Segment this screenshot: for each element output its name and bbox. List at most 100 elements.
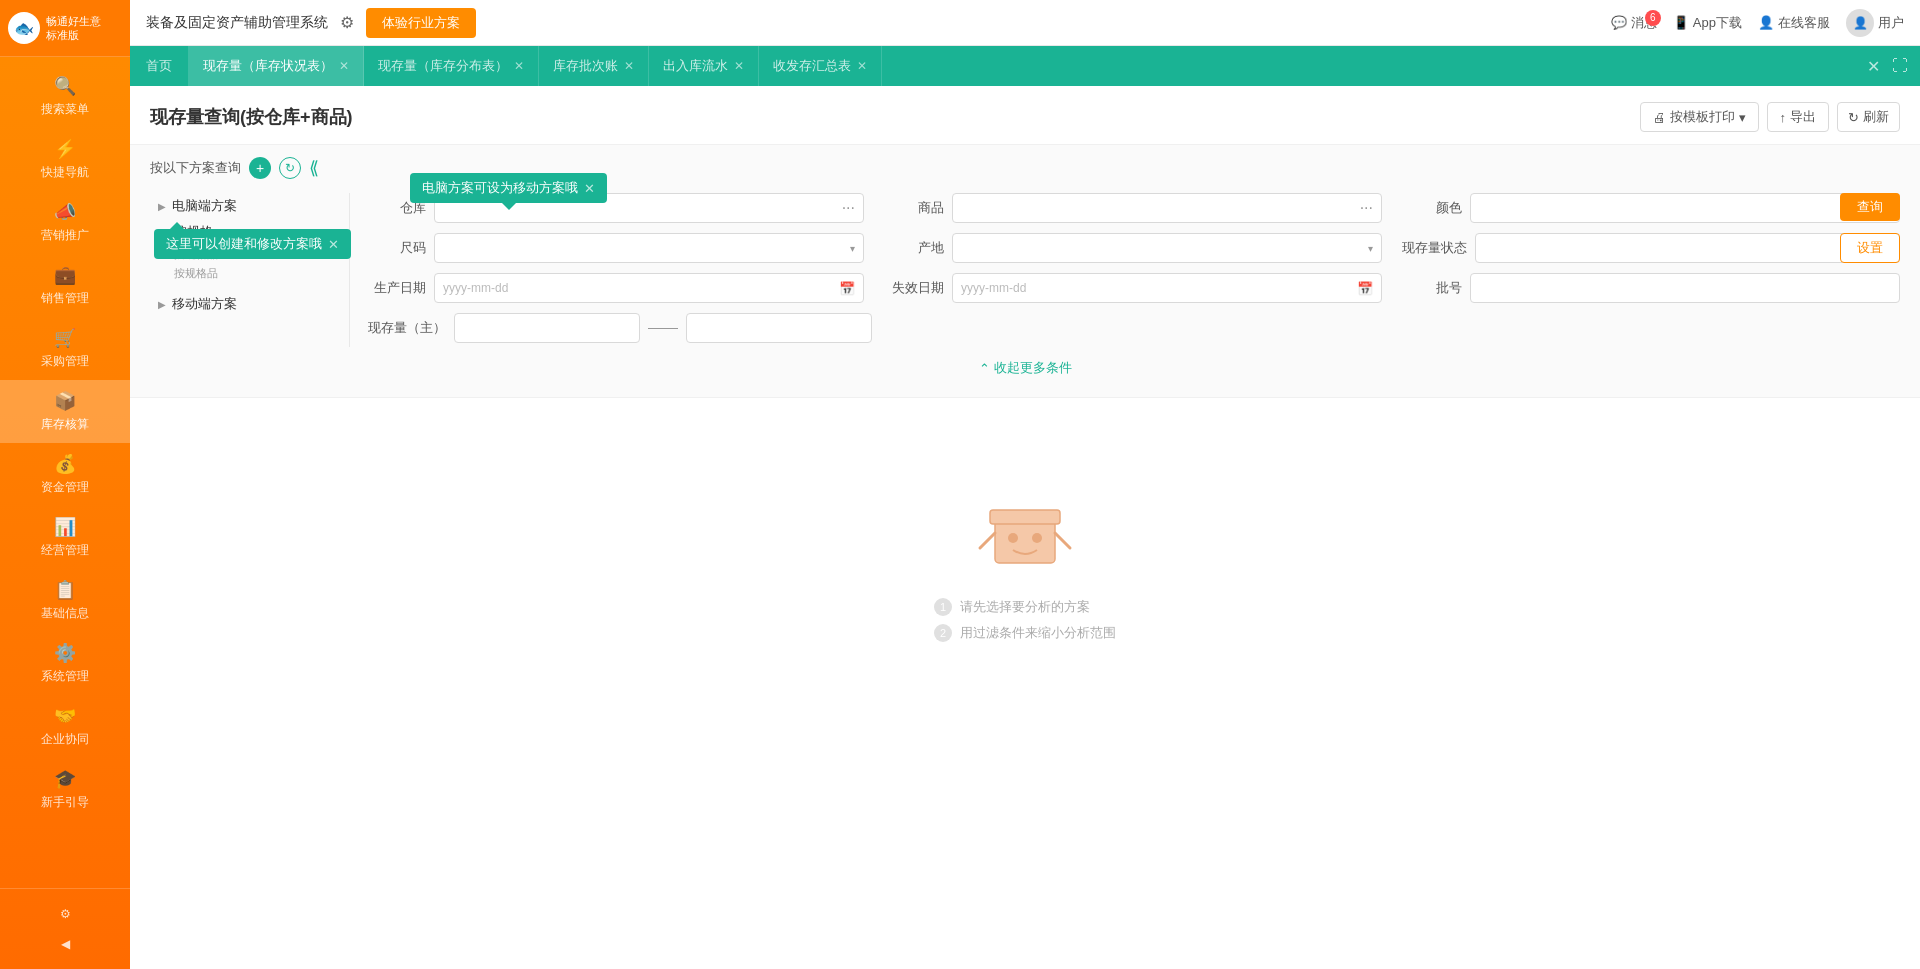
size-select[interactable]: ▾ <box>434 233 864 263</box>
reset-button[interactable]: 设置 <box>1840 233 1900 263</box>
top-header: 装备及固定资产辅助管理系统 ⚙ 体验行业方案 💬 6 消息 📱 App下载 👤 … <box>130 0 1920 46</box>
print-icon: 🖨 <box>1653 110 1666 125</box>
tab-inventory-status-close[interactable]: ✕ <box>339 59 349 73</box>
avatar: 👤 <box>1846 9 1874 37</box>
filter-add-button[interactable]: + <box>249 157 271 179</box>
tab-expand-button[interactable]: ⛶ <box>1888 55 1912 78</box>
stock-qty-max[interactable] <box>686 313 872 343</box>
query-button[interactable]: 查询 <box>1840 193 1900 221</box>
sidebar-item-label: 营销推广 <box>41 227 89 244</box>
sidebar-item-label: 新手引导 <box>41 794 89 811</box>
scheme-area: 这里可以创建和修改方案哦 ✕ ▶ 电脑端方案 按规格 按规格品 按规格品 ▶ 移… <box>150 189 1900 351</box>
sidebar-item-purchase[interactable]: 🛒 采购管理 <box>0 317 130 380</box>
filter-buttons-wrap: 查询 设置 <box>1840 193 1900 263</box>
sidebar-item-sales[interactable]: 💼 销售管理 <box>0 254 130 317</box>
logo-icon: 🐟 <box>8 12 40 44</box>
tab-in-out-flow-close[interactable]: ✕ <box>734 59 744 73</box>
filter-stock-qty: 现存量（主） <box>366 313 872 343</box>
product-select[interactable]: ··· <box>952 193 1382 223</box>
product-dots[interactable]: ··· <box>1360 199 1373 217</box>
tab-inventory-dist[interactable]: 现存量（库存分布表） ✕ <box>364 46 539 86</box>
sidebar-item-quick-nav[interactable]: ⚡ 快捷导航 <box>0 128 130 191</box>
header-settings-button[interactable]: ⚙ <box>340 13 354 32</box>
sidebar-nav: 🔍 搜索菜单 ⚡ 快捷导航 📣 营销推广 💼 销售管理 🛒 采购管理 📦 库存核… <box>0 57 130 888</box>
empty-step-1-text: 请先选择要分析的方案 <box>960 598 1090 616</box>
filter-color: 颜色 ▾ <box>1402 193 1900 223</box>
purchase-icon: 🛒 <box>54 327 76 349</box>
sidebar-item-enterprise[interactable]: 🤝 企业协同 <box>0 695 130 758</box>
collapse-icon: ◀ <box>61 937 70 951</box>
tab-in-out-flow[interactable]: 出入库流水 ✕ <box>649 46 759 86</box>
step-num-1: 1 <box>934 598 952 616</box>
prod-date-label: 生产日期 <box>366 279 426 297</box>
tab-home[interactable]: 首页 <box>130 46 189 86</box>
tooltip-close-2[interactable]: ✕ <box>328 237 339 252</box>
export-icon: ↑ <box>1780 110 1787 125</box>
sidebar: 🐟 畅通好生意 标准版 🔍 搜索菜单 ⚡ 快捷导航 📣 营销推广 💼 销售管理 … <box>0 0 130 969</box>
online-service-button[interactable]: 👤 在线客服 <box>1758 14 1830 32</box>
tab-inventory-dist-close[interactable]: ✕ <box>514 59 524 73</box>
sidebar-item-operation[interactable]: 📊 经营管理 <box>0 506 130 569</box>
system-icon: ⚙️ <box>54 642 76 664</box>
sidebar-item-marketing[interactable]: 📣 营销推广 <box>0 191 130 254</box>
marketing-icon: 📣 <box>54 201 76 223</box>
tab-batch-account-close[interactable]: ✕ <box>624 59 634 73</box>
sidebar-item-basic[interactable]: 📋 基础信息 <box>0 569 130 632</box>
expiry-date-calendar-icon: 📅 <box>1357 281 1373 296</box>
filter-stock-status: 现存量状态 ▾ <box>1402 233 1900 263</box>
stock-qty-min[interactable] <box>454 313 640 343</box>
filter-back-button[interactable]: ⟪ <box>309 159 319 177</box>
sidebar-item-search-menu[interactable]: 🔍 搜索菜单 <box>0 65 130 128</box>
settings-button[interactable]: ⚙ <box>13 901 117 927</box>
range-separator <box>648 328 678 329</box>
expiry-date-label: 失效日期 <box>884 279 944 297</box>
tab-receive-send-close[interactable]: ✕ <box>857 59 867 73</box>
batch-no-label: 批号 <box>1402 279 1462 297</box>
tab-inventory-status[interactable]: 现存量（库存状况表） ✕ <box>189 46 364 86</box>
print-template-button[interactable]: 🖨 按模板打印 ▾ <box>1640 102 1759 132</box>
tab-close-all-button[interactable]: ✕ <box>1863 55 1884 78</box>
refresh-icon: ↻ <box>1848 110 1859 125</box>
sidebar-item-label: 库存核算 <box>41 416 89 433</box>
message-button[interactable]: 💬 6 消息 <box>1611 14 1657 32</box>
step-num-2: 2 <box>934 624 952 642</box>
origin-label: 产地 <box>884 239 944 257</box>
tooltip-close-1[interactable]: ✕ <box>584 181 595 196</box>
scheme-mobile[interactable]: ▶ 移动端方案 <box>150 291 337 317</box>
filter-prod-date: 生产日期 yyyy-mm-dd 📅 <box>366 273 864 303</box>
color-select[interactable]: ▾ <box>1470 193 1900 223</box>
tab-batch-account-label: 库存批次账 <box>553 57 618 75</box>
refresh-button[interactable]: ↻ 刷新 <box>1837 102 1900 132</box>
quick-nav-icon: ⚡ <box>54 138 76 160</box>
batch-no-input[interactable] <box>1470 273 1900 303</box>
app-download-button[interactable]: 📱 App下载 <box>1673 14 1742 32</box>
filter-circle-button[interactable]: ↻ <box>279 157 301 179</box>
empty-steps: 1 请先选择要分析的方案 2 用过滤条件来缩小分析范围 <box>934 598 1116 642</box>
sidebar-item-label: 资金管理 <box>41 479 89 496</box>
tab-batch-account[interactable]: 库存批次账 ✕ <box>539 46 649 86</box>
experience-button[interactable]: 体验行业方案 <box>366 8 476 38</box>
warehouse-dots[interactable]: ··· <box>842 199 855 217</box>
collapse-bar[interactable]: ⌃ 收起更多条件 <box>150 351 1900 385</box>
page-title: 现存量查询(按仓库+商品) <box>150 105 353 129</box>
sidebar-item-guide[interactable]: 🎓 新手引导 <box>0 758 130 821</box>
sidebar-item-finance[interactable]: 💰 资金管理 <box>0 443 130 506</box>
page-actions: 🖨 按模板打印 ▾ ↑ 导出 ↻ 刷新 <box>1640 102 1901 132</box>
scheme-category-note: 按规格品 <box>150 264 337 283</box>
header-right: 💬 6 消息 📱 App下载 👤 在线客服 👤 用户 <box>1611 9 1904 37</box>
export-button[interactable]: ↑ 导出 <box>1767 102 1830 132</box>
user-label: 用户 <box>1878 14 1904 32</box>
stock-status-select[interactable]: ▾ <box>1475 233 1900 263</box>
tab-receive-send[interactable]: 收发存汇总表 ✕ <box>759 46 882 86</box>
scheme-desktop[interactable]: ▶ 电脑端方案 <box>150 193 337 219</box>
user-menu-button[interactable]: 👤 用户 <box>1846 9 1904 37</box>
page-header: 现存量查询(按仓库+商品) 🖨 按模板打印 ▾ ↑ 导出 ↻ 刷新 <box>130 86 1920 145</box>
expiry-date-start[interactable]: yyyy-mm-dd 📅 <box>952 273 1382 303</box>
sidebar-item-system[interactable]: ⚙️ 系统管理 <box>0 632 130 695</box>
collapse-sidebar-button[interactable]: ◀ <box>13 931 117 957</box>
scheme-mobile-arrow: ▶ <box>158 299 166 310</box>
filter-label: 按以下方案查询 <box>150 159 241 177</box>
sidebar-item-inventory[interactable]: 📦 库存核算 <box>0 380 130 443</box>
origin-select[interactable]: ▾ <box>952 233 1382 263</box>
prod-date-start[interactable]: yyyy-mm-dd 📅 <box>434 273 864 303</box>
